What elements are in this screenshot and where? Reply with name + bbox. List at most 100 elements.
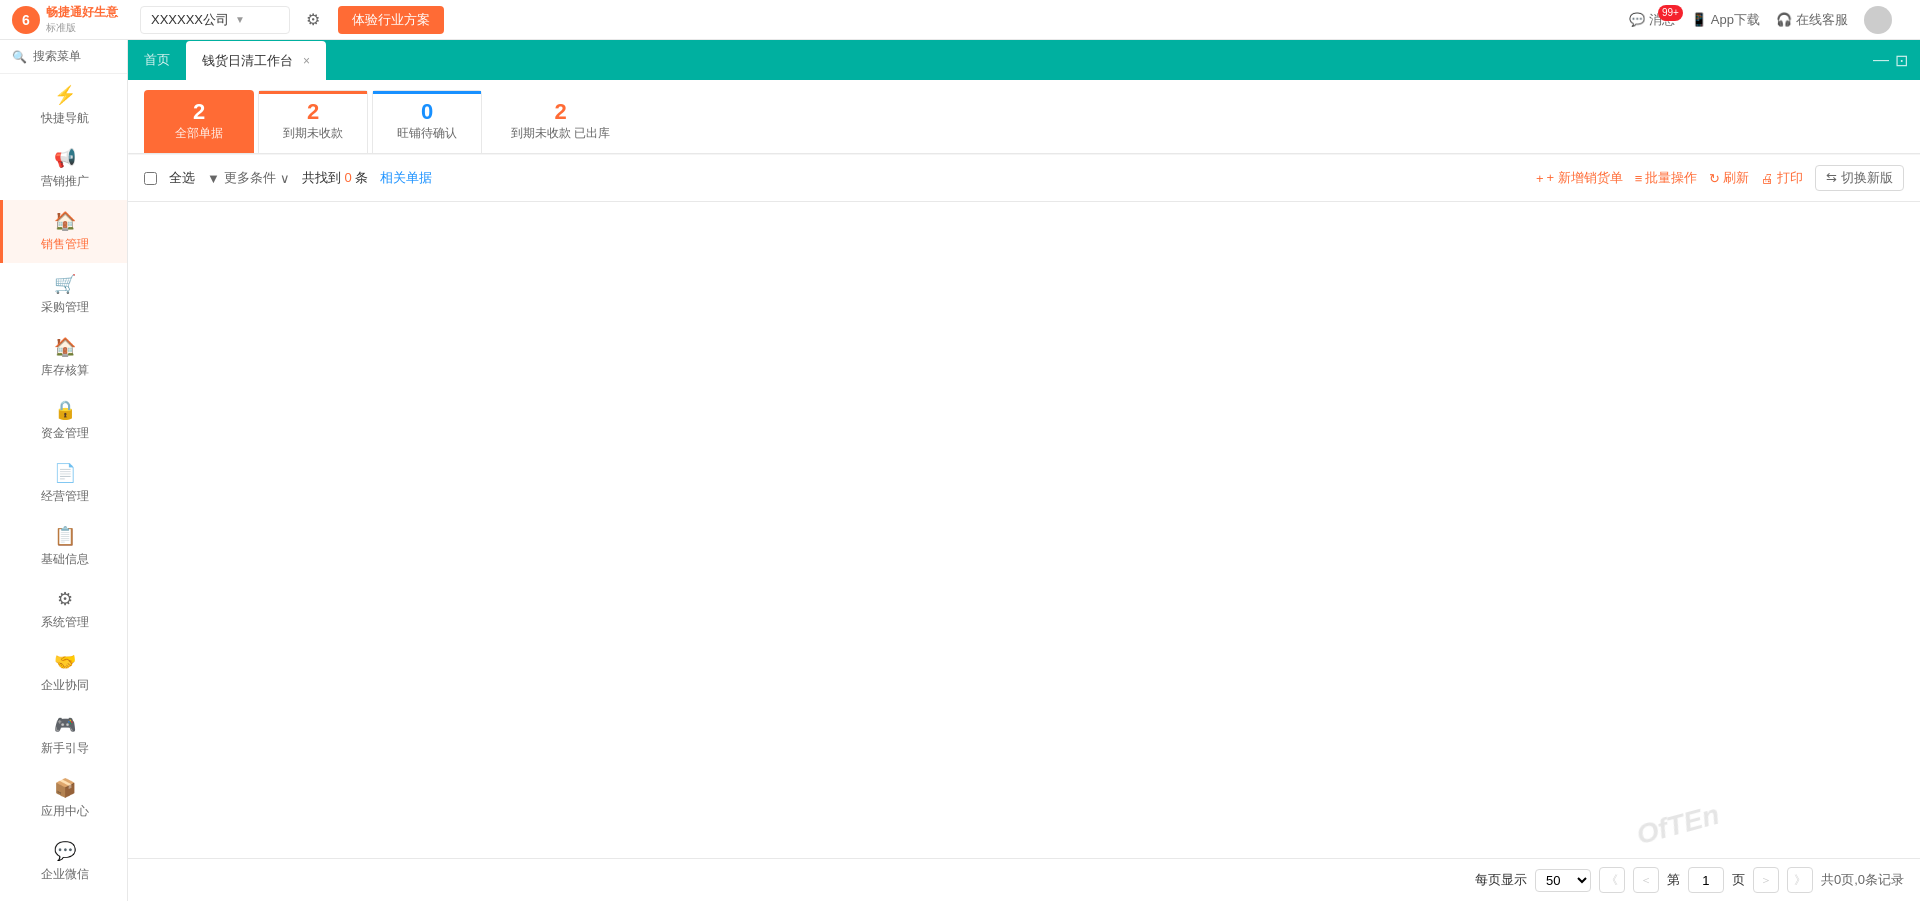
stat-tab-all[interactable]: 2 全部单据 (144, 90, 254, 153)
tab-close-icon[interactable]: × (303, 54, 310, 68)
search-menu-item[interactable]: 🔍 搜索菜单 (0, 40, 127, 74)
sidebar-item-purchase[interactable]: 🛒 采购管理 (0, 263, 127, 326)
sidebar-item-sales[interactable]: 🏠 销售管理 (0, 200, 127, 263)
company-name: XXXXXX公司 (151, 11, 229, 29)
sidebar-item-wechat[interactable]: 💬 企业微信 (0, 830, 127, 893)
pagination-bar: 每页显示 50 20 100 《 ＜ 第 页 ＞ 》 共0页,0条记录 (128, 858, 1920, 901)
trial-button[interactable]: 体验行业方案 (338, 6, 444, 34)
filter-chevron-icon: ∨ (280, 171, 290, 186)
stat-label-wangpu: 旺铺待确认 (397, 125, 457, 142)
layout: 🔍 搜索菜单 ⚡ 快捷导航 📢 营销推广 🏠 销售管理 🛒 采购管理 🏠 库存核… (0, 40, 1920, 901)
quick-nav-icon: ⚡ (54, 84, 76, 106)
last-page-icon: 》 (1794, 872, 1806, 889)
toolbar: 全选 ▼ 更多条件 ∨ 共找到 0 条 相关单据 + + 新增销货单 ≡ 批量操… (128, 155, 1920, 202)
stats-tabs: 2 全部单据 2 到期未收款 0 旺铺待确认 2 到期未收款 已出库 (128, 80, 1920, 154)
next-page-button[interactable]: ＞ (1753, 867, 1779, 893)
first-page-icon: 《 (1606, 872, 1618, 889)
page-input[interactable] (1688, 867, 1724, 893)
download-icon: 📱 (1691, 12, 1707, 27)
app-subtitle: 标准版 (46, 21, 118, 34)
first-page-button[interactable]: 《 (1599, 867, 1625, 893)
filter-button[interactable]: ▼ 更多条件 ∨ (207, 169, 290, 187)
print-button[interactable]: 🖨 打印 (1761, 169, 1803, 187)
tab-workbench[interactable]: 钱货日清工作台 × (186, 41, 326, 81)
tab-home[interactable]: 首页 (128, 40, 186, 80)
per-page-select[interactable]: 50 20 100 (1535, 869, 1591, 892)
basic-info-icon: 📋 (54, 525, 76, 547)
sidebar-label-cooperation: 企业协同 (41, 677, 89, 694)
logo-icon: 6 (12, 6, 40, 34)
marketing-icon: 📢 (54, 147, 76, 169)
sidebar-item-finance[interactable]: 🔒 资金管理 (0, 389, 127, 452)
sidebar-item-quick-nav[interactable]: ⚡ 快捷导航 (0, 74, 127, 137)
stat-tab-due-unpaid[interactable]: 2 到期未收款 (258, 90, 368, 153)
sales-icon: 🏠 (54, 210, 76, 232)
sidebar-item-basic-info[interactable]: 📋 基础信息 (0, 515, 127, 578)
refresh-icon: ↻ (1709, 171, 1720, 186)
tab-expand-icon[interactable]: ⊡ (1895, 51, 1908, 70)
user-avatar[interactable] (1864, 6, 1892, 34)
sidebar-label-wechat: 企业微信 (41, 866, 89, 883)
sidebar-label-purchase: 采购管理 (41, 299, 89, 316)
sidebar-item-system[interactable]: ⚙ 系统管理 (0, 578, 127, 641)
finance-icon: 🔒 (54, 399, 76, 421)
prev-page-button[interactable]: ＜ (1633, 867, 1659, 893)
stat-tab-wangpu[interactable]: 0 旺铺待确认 (372, 90, 482, 153)
app-download-button[interactable]: 📱 App下载 (1691, 11, 1760, 29)
batch-button[interactable]: ≡ 批量操作 (1635, 169, 1698, 187)
switch-version-button[interactable]: ⇆ 切换新版 (1815, 165, 1904, 191)
last-page-button[interactable]: 》 (1787, 867, 1813, 893)
chevron-down-icon: ▼ (235, 14, 245, 25)
related-link[interactable]: 相关单据 (380, 169, 432, 187)
tab-actions: — ⊡ (1873, 51, 1920, 70)
batch-icon: ≡ (1635, 171, 1643, 186)
select-all-label: 全选 (169, 169, 195, 187)
stat-label-due-unpaid: 到期未收款 (283, 125, 343, 142)
table-area (128, 202, 1920, 858)
sidebar-label-system: 系统管理 (41, 614, 89, 631)
app-center-icon: 📦 (54, 777, 76, 799)
cooperation-icon: 🤝 (54, 651, 76, 673)
sidebar-item-inventory[interactable]: 🏠 库存核算 (0, 326, 127, 389)
total-text: 共0页,0条记录 (1821, 871, 1904, 889)
page-label: 第 (1667, 871, 1680, 889)
print-icon: 🖨 (1761, 171, 1774, 186)
logo-area: 6 畅捷通好生意 标准版 (12, 5, 140, 34)
toolbar-right: + + 新增销货单 ≡ 批量操作 ↻ 刷新 🖨 打印 ⇆ 切换新版 (1536, 165, 1904, 191)
sidebar-item-operations[interactable]: 📄 经营管理 (0, 452, 127, 515)
online-service-button[interactable]: 🎧 在线客服 (1776, 11, 1848, 29)
search-icon: 🔍 (12, 50, 27, 64)
message-button[interactable]: 💬 消息 99+ (1629, 11, 1675, 29)
sidebar-item-marketing[interactable]: 📢 营销推广 (0, 137, 127, 200)
message-icon: 💬 (1629, 12, 1645, 27)
guide-icon: 🎮 (54, 714, 76, 736)
sidebar-item-vip[interactable]: V 畅会员 (0, 893, 127, 901)
sidebar-item-app-center[interactable]: 📦 应用中心 (0, 767, 127, 830)
sidebar-label-finance: 资金管理 (41, 425, 89, 442)
inventory-icon: 🏠 (54, 336, 76, 358)
tab-bar: 首页 钱货日清工作台 × — ⊡ (128, 40, 1920, 80)
per-page-label: 每页显示 (1475, 871, 1527, 889)
message-badge: 99+ (1658, 5, 1683, 21)
headset-icon: 🎧 (1776, 12, 1792, 27)
stat-num-wangpu: 0 (421, 99, 433, 125)
settings-icon[interactable]: ⚙ (298, 6, 328, 33)
purchase-icon: 🛒 (54, 273, 76, 295)
refresh-button[interactable]: ↻ 刷新 (1709, 169, 1749, 187)
add-order-button[interactable]: + + 新增销货单 (1536, 169, 1623, 187)
switch-icon: ⇆ (1826, 170, 1837, 185)
sidebar-item-guide[interactable]: 🎮 新手引导 (0, 704, 127, 767)
stat-num-due-unpaid: 2 (307, 99, 319, 125)
found-text: 共找到 0 条 (302, 169, 368, 187)
system-icon: ⚙ (57, 588, 73, 610)
tab-collapse-icon[interactable]: — (1873, 51, 1889, 69)
app-title: 畅捷通好生意 (46, 5, 118, 21)
sidebar-item-cooperation[interactable]: 🤝 企业协同 (0, 641, 127, 704)
company-selector[interactable]: XXXXXX公司 ▼ (140, 6, 290, 34)
stat-label-due-unshipped: 到期未收款 已出库 (511, 125, 610, 142)
select-all-checkbox[interactable] (144, 172, 157, 185)
top-header: 6 畅捷通好生意 标准版 XXXXXX公司 ▼ ⚙ 体验行业方案 💬 消息 99… (0, 0, 1920, 40)
stat-tab-due-unshipped[interactable]: 2 到期未收款 已出库 (486, 90, 635, 153)
sidebar-label-app-center: 应用中心 (41, 803, 89, 820)
sidebar-label-sales: 销售管理 (41, 236, 89, 253)
